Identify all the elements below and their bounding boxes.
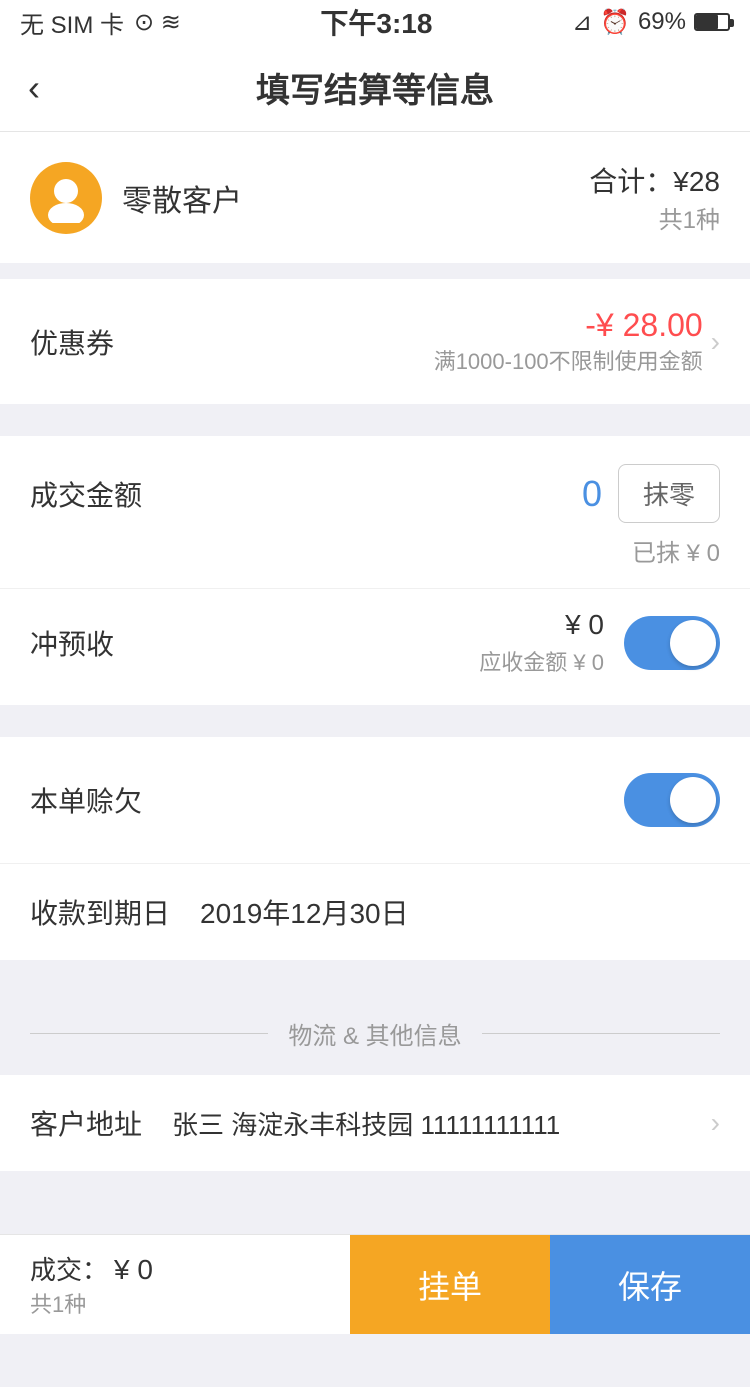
amount-value[interactable]: 0 xyxy=(582,473,602,515)
status-left: 无 SIM 卡 ⊙ ≋ xyxy=(20,5,181,40)
address-chevron-icon: › xyxy=(711,1107,720,1139)
battery-icon xyxy=(694,13,730,31)
wifi-icon: ⊙ ≋ xyxy=(134,8,181,37)
amount-row: 成交金额 0 抹零 xyxy=(0,436,750,533)
sim-indicator: 无 SIM 卡 xyxy=(20,5,124,40)
bottom-deal-label: 成交： xyxy=(30,1250,108,1287)
debt-label: 本单赊欠 xyxy=(30,780,142,820)
amount-label: 成交金额 xyxy=(30,474,142,514)
coupon-text-block: -¥ 28.00 满1000-100不限制使用金额 xyxy=(434,307,703,376)
save-button[interactable]: 保存 xyxy=(550,1235,750,1334)
section-divider-1 xyxy=(0,420,750,436)
chevron-right-icon: › xyxy=(711,326,720,358)
coupon-desc: 满1000-100不限制使用金额 xyxy=(434,344,703,376)
coupon-label: 优惠券 xyxy=(30,322,114,362)
location-icon: ⊿ xyxy=(572,8,592,37)
customer-total: 合计：¥28 xyxy=(589,160,720,200)
debt-row: 本单赊欠 xyxy=(0,737,750,863)
debt-toggle-knob xyxy=(670,777,716,823)
address-section[interactable]: 客户地址 张三 海淀永丰科技园 11111111111 › xyxy=(0,1075,750,1171)
address-row[interactable]: 客户地址 张三 海淀永丰科技园 11111111111 › xyxy=(0,1075,750,1171)
debt-toggle[interactable] xyxy=(624,773,720,827)
amount-sub: 已抹 ¥ 0 xyxy=(0,533,750,588)
customer-left: 零散客户 xyxy=(30,162,242,234)
customer-name: 零散客户 xyxy=(122,176,242,220)
avatar xyxy=(30,162,102,234)
hang-label: 挂单 xyxy=(418,1262,482,1308)
avatar-icon xyxy=(41,173,91,223)
status-time: 下午3:18 xyxy=(320,2,432,42)
debt-section: 本单赊欠 收款到期日 2019年12月30日 xyxy=(0,737,750,960)
amount-right: 0 抹零 xyxy=(582,464,720,523)
section-divider-3 xyxy=(0,976,750,992)
toggle-knob xyxy=(670,620,716,666)
customer-summary: 合计：¥28 共1种 xyxy=(589,160,720,235)
bottom-summary: 成交： ¥ 0 共1种 xyxy=(0,1235,350,1334)
address-value: 张三 海淀永丰科技园 11111111111 xyxy=(172,1105,703,1142)
prepay-toggle[interactable] xyxy=(624,616,720,670)
prepay-amount: ¥ 0 xyxy=(565,609,604,641)
logistics-label: 物流 & 其他信息 xyxy=(288,1016,461,1051)
bottom-bar: 成交： ¥ 0 共1种 挂单 保存 xyxy=(0,1234,750,1334)
customer-row: 零散客户 合计：¥28 共1种 xyxy=(0,132,750,263)
address-label: 客户地址 xyxy=(30,1103,142,1143)
bottom-deal-row: 成交： ¥ 0 xyxy=(30,1250,320,1287)
nav-bar: ‹ 填写结算等信息 xyxy=(0,44,750,132)
customer-section: 零散客户 合计：¥28 共1种 xyxy=(0,132,750,263)
divider-line-left xyxy=(30,1033,268,1034)
coupon-discount: -¥ 28.00 xyxy=(585,307,702,344)
battery-percent: 69% xyxy=(638,8,686,36)
due-value[interactable]: 2019年12月30日 xyxy=(200,892,409,932)
customer-count: 共1种 xyxy=(589,200,720,235)
status-right: ⊿ ⏰ 69% xyxy=(572,8,730,37)
bottom-count: 共1种 xyxy=(30,1287,320,1319)
coupon-section[interactable]: 优惠券 -¥ 28.00 满1000-100不限制使用金额 › xyxy=(0,279,750,404)
divider-line-right xyxy=(482,1033,720,1034)
coupon-right: -¥ 28.00 满1000-100不限制使用金额 › xyxy=(434,307,720,376)
prepay-right: ¥ 0 应收金额 ¥ 0 xyxy=(479,609,720,677)
save-label: 保存 xyxy=(618,1262,682,1308)
prepay-row: 冲预收 ¥ 0 应收金额 ¥ 0 xyxy=(0,588,750,705)
prepay-info: ¥ 0 应收金额 ¥ 0 xyxy=(479,609,604,677)
status-bar: 无 SIM 卡 ⊙ ≋ 下午3:18 ⊿ ⏰ 69% xyxy=(0,0,750,44)
logistics-divider: 物流 & 其他信息 xyxy=(0,992,750,1075)
page-title: 填写结算等信息 xyxy=(256,63,494,112)
due-row: 收款到期日 2019年12月30日 xyxy=(0,863,750,960)
alarm-icon: ⏰ xyxy=(600,8,630,37)
section-divider-2 xyxy=(0,721,750,737)
prepay-receivable: 应收金额 ¥ 0 xyxy=(479,645,604,677)
transaction-section: 成交金额 0 抹零 已抹 ¥ 0 冲预收 ¥ 0 应收金额 ¥ 0 xyxy=(0,436,750,705)
hang-button[interactable]: 挂单 xyxy=(350,1235,550,1334)
round-button[interactable]: 抹零 xyxy=(618,464,720,523)
due-label: 收款到期日 xyxy=(30,892,170,932)
prepay-label: 冲预收 xyxy=(30,623,114,663)
coupon-row[interactable]: 优惠券 -¥ 28.00 满1000-100不限制使用金额 › xyxy=(0,279,750,404)
bottom-deal-amount: ¥ 0 xyxy=(114,1254,153,1286)
back-button[interactable]: ‹ xyxy=(28,67,40,109)
